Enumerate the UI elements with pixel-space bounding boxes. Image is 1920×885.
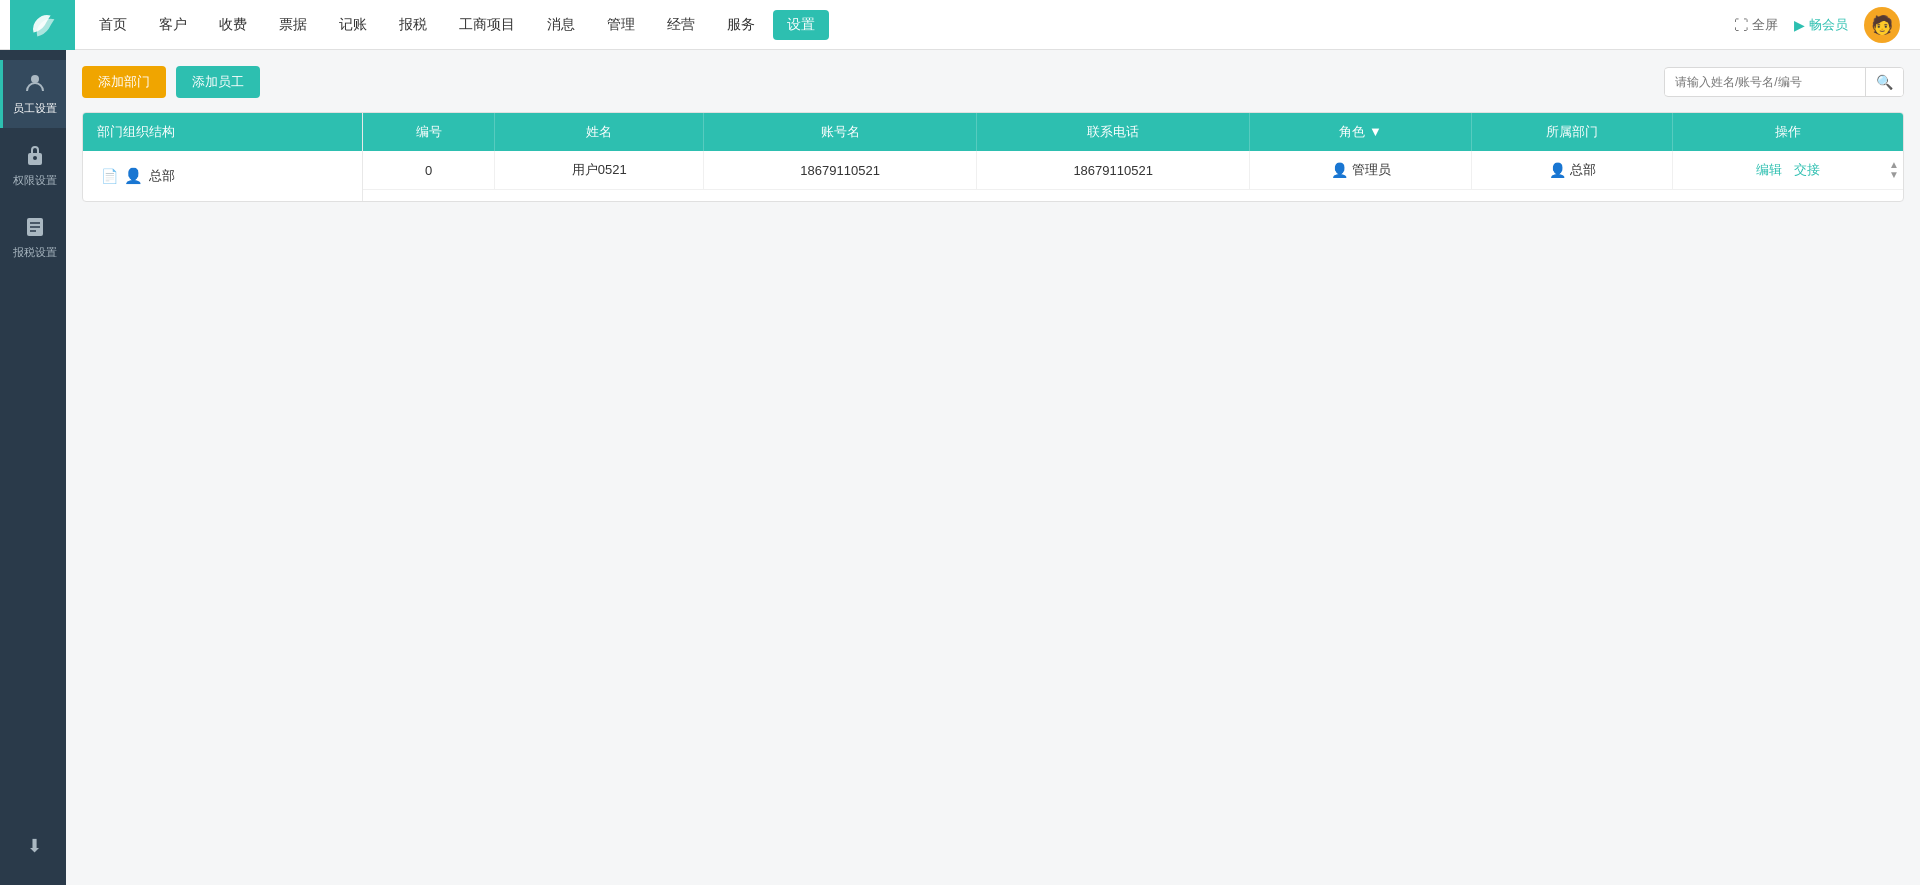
col-phone: 联系电话 [977, 113, 1250, 151]
sidebar-bottom: ⬇ [0, 823, 66, 885]
col-role[interactable]: 角色 ▼ [1250, 113, 1472, 151]
dept-cell-icon: 👤 [1549, 162, 1566, 178]
nav-billing[interactable]: 收费 [205, 10, 261, 40]
nav-service[interactable]: 服务 [713, 10, 769, 40]
dept-tree-item-general[interactable]: 📄 👤 总部 [93, 161, 352, 191]
fullscreen-button[interactable]: ⛶ 全屏 [1734, 16, 1778, 34]
add-dept-button[interactable]: 添加部门 [82, 66, 166, 98]
dept-panel: 部门组织结构 📄 👤 总部 [83, 113, 363, 201]
top-nav-right: ⛶ 全屏 ▶ 畅会员 🧑 [1734, 7, 1900, 43]
search-input[interactable] [1665, 69, 1865, 95]
col-dept: 所属部门 [1472, 113, 1673, 151]
top-nav: 首页 客户 收费 票据 记账 报税 工商项目 消息 管理 经营 服务 设置 ⛶ … [0, 0, 1920, 50]
cell-phone: 18679110521 [977, 151, 1250, 190]
nav-message[interactable]: 消息 [533, 10, 589, 40]
sidebar-item-permission[interactable]: 权限设置 [0, 132, 66, 200]
dept-cell-name: 总部 [1570, 161, 1596, 179]
employee-panel: 编号 姓名 账号名 联系电话 角 [363, 113, 1903, 201]
main-content: 添加部门 添加员工 🔍 部门组织结构 📄 👤 总部 [66, 50, 1920, 885]
table-row: 0 用户0521 18679110521 18679110521 👤 管理员 [363, 151, 1903, 190]
sidebar-download[interactable]: ⬇ [0, 823, 66, 869]
svg-point-0 [31, 75, 39, 83]
cell-id: 0 [363, 151, 495, 190]
vip-icon: ▶ [1794, 17, 1805, 33]
col-actions: 操作 [1673, 113, 1903, 151]
edit-button[interactable]: 编辑 [1756, 162, 1782, 177]
employee-table: 编号 姓名 账号名 联系电话 角 [363, 113, 1903, 190]
nav-operation[interactable]: 经营 [653, 10, 709, 40]
col-account: 账号名 [704, 113, 977, 151]
sidebar: 员工设置 权限设置 报税设置 [0, 50, 66, 885]
role-icon: 👤 [1331, 162, 1348, 178]
cell-actions: 编辑 交接 ▲ ▼ [1673, 151, 1903, 190]
download-icon: ⬇ [27, 835, 42, 857]
nav-home[interactable]: 首页 [85, 10, 141, 40]
layout: 员工设置 权限设置 报税设置 [0, 50, 1920, 885]
add-employee-button[interactable]: 添加员工 [176, 66, 260, 98]
cell-dept: 👤 总部 [1472, 151, 1673, 190]
table-header-row: 编号 姓名 账号名 联系电话 角 [363, 113, 1903, 151]
dept-panel-title: 部门组织结构 [97, 124, 175, 139]
logo[interactable] [10, 0, 75, 50]
col-id: 编号 [363, 113, 495, 151]
fullscreen-label: 全屏 [1752, 16, 1778, 34]
dept-panel-header: 部门组织结构 [83, 113, 362, 151]
sidebar-taxsettings-label: 报税设置 [13, 245, 57, 260]
taxsettings-icon [25, 216, 45, 241]
cell-account: 18679110521 [704, 151, 977, 190]
dept-tree: 📄 👤 总部 [83, 151, 362, 201]
sidebar-permission-label: 权限设置 [13, 173, 57, 188]
svg-point-2 [33, 156, 37, 160]
nav-manage[interactable]: 管理 [593, 10, 649, 40]
nav-invoice[interactable]: 票据 [265, 10, 321, 40]
col-name: 姓名 [495, 113, 704, 151]
transfer-button[interactable]: 交接 [1794, 162, 1820, 177]
file-icon: 📄 [101, 168, 118, 184]
action-bar: 添加部门 添加员工 🔍 [82, 66, 1904, 98]
cell-name: 用户0521 [495, 151, 704, 190]
dept-name: 总部 [149, 167, 175, 185]
scroll-arrows: ▲ ▼ [1889, 151, 1903, 189]
search-area: 🔍 [1664, 67, 1904, 97]
nav-customer[interactable]: 客户 [145, 10, 201, 40]
cell-role: 👤 管理员 [1250, 151, 1472, 190]
nav-tax[interactable]: 报税 [385, 10, 441, 40]
vip-button[interactable]: ▶ 畅会员 [1794, 16, 1848, 34]
employee-icon [24, 72, 46, 97]
role-name: 管理员 [1352, 161, 1391, 179]
permission-icon [25, 144, 45, 169]
sidebar-employee-label: 员工设置 [13, 101, 57, 116]
vip-label: 畅会员 [1809, 16, 1848, 34]
nav-accounting[interactable]: 记账 [325, 10, 381, 40]
arrow-down-icon[interactable]: ▼ [1889, 170, 1899, 180]
fullscreen-icon: ⛶ [1734, 17, 1748, 33]
search-button[interactable]: 🔍 [1865, 68, 1903, 96]
dept-user-icon: 👤 [124, 167, 143, 185]
search-icon: 🔍 [1876, 74, 1893, 90]
content-panels: 部门组织结构 📄 👤 总部 编号 [82, 112, 1904, 202]
nav-commerce[interactable]: 工商项目 [445, 10, 529, 40]
sidebar-item-taxsettings[interactable]: 报税设置 [0, 204, 66, 272]
sidebar-item-employee[interactable]: 员工设置 [0, 60, 66, 128]
nav-items: 首页 客户 收费 票据 记账 报税 工商项目 消息 管理 经营 服务 设置 [85, 10, 1734, 40]
avatar[interactable]: 🧑 [1864, 7, 1900, 43]
nav-settings[interactable]: 设置 [773, 10, 829, 40]
